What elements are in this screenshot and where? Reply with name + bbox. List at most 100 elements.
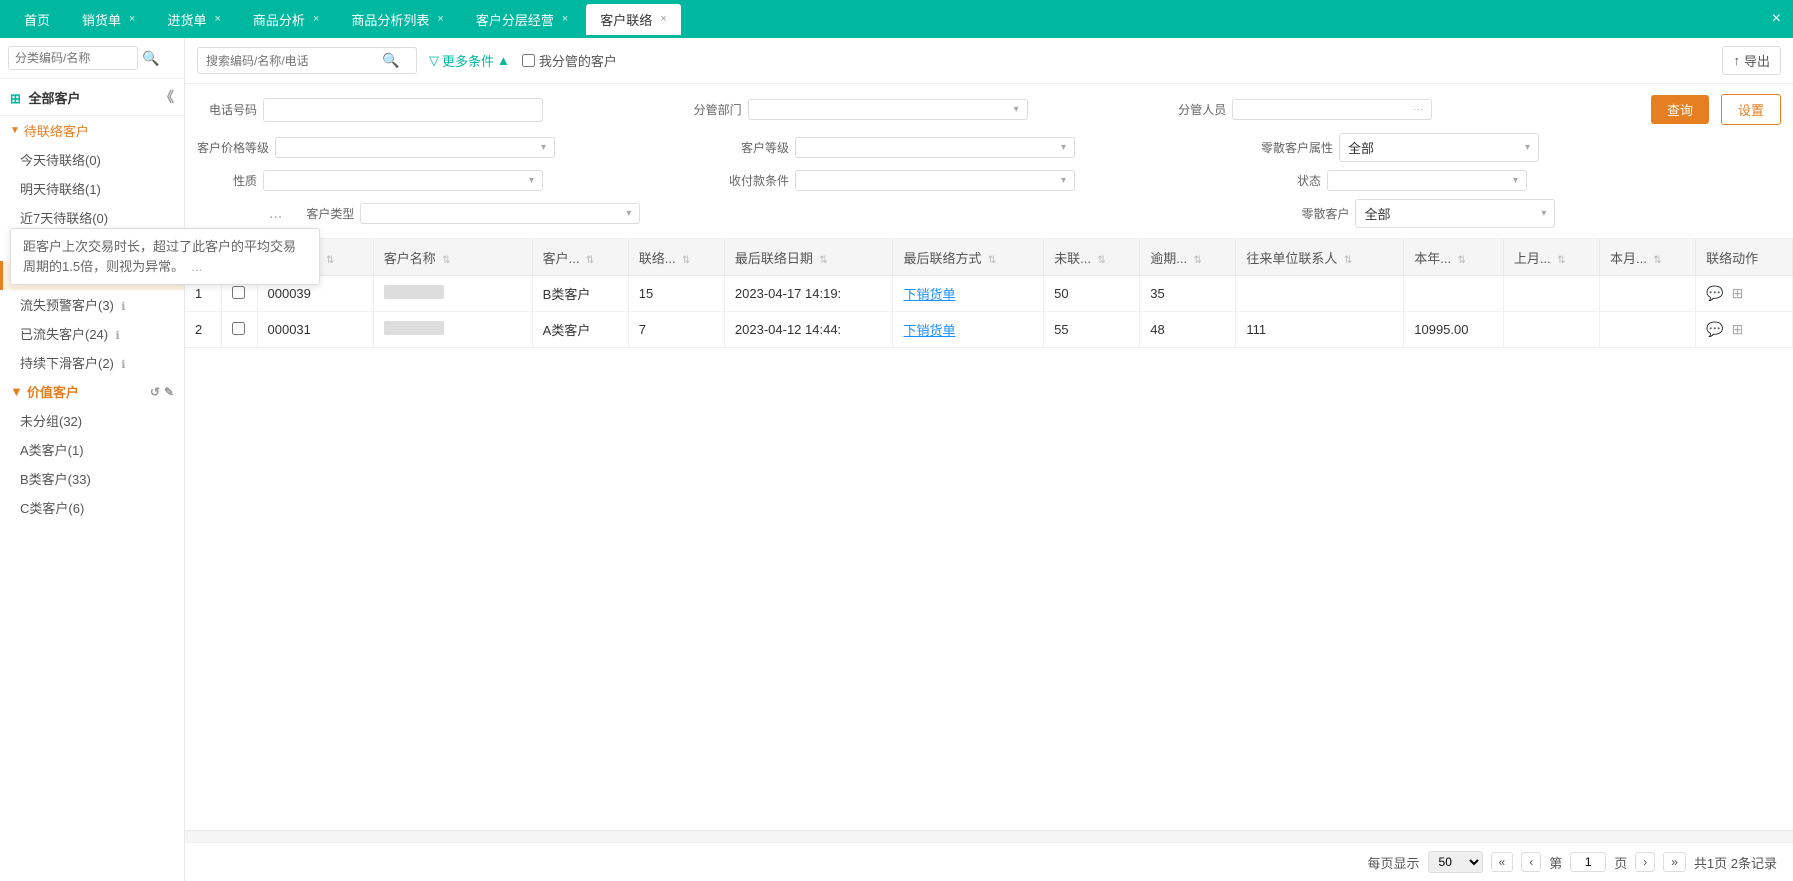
sort-code-icon[interactable]: ⇅ bbox=[326, 255, 334, 266]
td-checkbox-2 bbox=[221, 312, 257, 348]
sidebar-all-customers[interactable]: ⊞ 全部客户 《 bbox=[0, 79, 184, 116]
td-name-2 bbox=[373, 312, 532, 348]
close-tab-customer-tier[interactable]: × bbox=[562, 13, 568, 25]
td-current-year-1 bbox=[1404, 276, 1504, 312]
prev-page-button[interactable]: ‹ bbox=[1521, 852, 1541, 872]
search-input[interactable] bbox=[206, 54, 376, 68]
th-name-label: 客户名称 bbox=[384, 251, 436, 266]
manager-label: 分管人员 bbox=[1166, 101, 1226, 118]
refresh-icon[interactable]: ↺ bbox=[150, 385, 160, 399]
sort-not-contacted-icon[interactable]: ⇅ bbox=[1097, 255, 1105, 266]
sort-current-month-icon[interactable]: ⇅ bbox=[1653, 255, 1661, 266]
last-method-link-1[interactable]: 下销货单 bbox=[903, 287, 955, 302]
lost-warning-info-icon: ℹ bbox=[121, 301, 125, 313]
phone-input[interactable] bbox=[263, 98, 543, 122]
th-last-contact-method: 最后联络方式 ⇅ bbox=[893, 239, 1044, 276]
sidebar-item-a-class[interactable]: A类客户(1) bbox=[0, 435, 184, 464]
sidebar-group-value-customers[interactable]: ▼ 价值客户 ↺ ✎ bbox=[0, 377, 184, 406]
per-page-select[interactable]: 50 100 200 bbox=[1428, 851, 1483, 873]
close-tab-customer-contact[interactable]: × bbox=[660, 13, 666, 25]
customer-level-select[interactable]: ▾ bbox=[795, 137, 1075, 158]
sort-overdue-icon[interactable]: ⇅ bbox=[1193, 255, 1201, 266]
sidebar-item-today[interactable]: 今天待联络(0) bbox=[0, 145, 184, 174]
filter-row-2: 客户价格等级 ▾ 客户等级 ▾ 零散客户属性 全部 bbox=[197, 133, 1781, 162]
sidebar-item-tomorrow[interactable]: 明天待联络(1) bbox=[0, 174, 184, 203]
tab-sales-order[interactable]: 销货单 × bbox=[68, 4, 149, 35]
retail-customer-select[interactable]: 全部 ▾ bbox=[1355, 199, 1555, 228]
payment-select[interactable]: ▾ bbox=[795, 170, 1075, 191]
sidebar-item-continuous-down[interactable]: 持续下滑客户(2) ℹ bbox=[0, 348, 184, 377]
dept-select[interactable]: ▾ bbox=[748, 99, 1028, 120]
td-level-2: A类客户 bbox=[532, 312, 628, 348]
sidebar-search-icon[interactable]: 🔍 bbox=[142, 50, 159, 67]
sidebar-item-already-lost[interactable]: 已流失客户(24) ℹ bbox=[0, 319, 184, 348]
filter-icon: ▽ bbox=[429, 53, 439, 69]
next-page-button[interactable]: › bbox=[1635, 852, 1655, 872]
tab-product-analysis-list[interactable]: 商品分析列表 × bbox=[337, 4, 457, 35]
more-conditions-btn[interactable]: ▽ 更多条件 ▲ bbox=[429, 51, 510, 70]
th-current-month: 本月... ⇅ bbox=[1600, 239, 1696, 276]
first-page-button[interactable]: « bbox=[1491, 852, 1514, 872]
horizontal-scrollbar[interactable] bbox=[185, 830, 1793, 842]
sort-method-icon[interactable]: ⇅ bbox=[988, 255, 996, 266]
export-button[interactable]: ↑ 导出 bbox=[1722, 46, 1781, 75]
sidebar-item-not-grouped[interactable]: 未分组(32) bbox=[0, 406, 184, 435]
my-customers-checkbox[interactable] bbox=[522, 54, 535, 67]
sort-unit-icon[interactable]: ⇅ bbox=[1344, 255, 1352, 266]
th-contact-count: 联络... ⇅ bbox=[628, 239, 724, 276]
my-customers-checkbox-label[interactable]: 我分管的客户 bbox=[522, 51, 617, 70]
chat-icon-2[interactable]: 💬 bbox=[1706, 321, 1723, 338]
td-contact-count-1: 15 bbox=[628, 276, 724, 312]
link-icon-2[interactable]: ⊞ bbox=[1732, 321, 1744, 338]
query-button[interactable]: 查询 bbox=[1651, 95, 1709, 124]
set-button[interactable]: 设置 bbox=[1721, 94, 1781, 125]
tab-product-analysis[interactable]: 商品分析 × bbox=[239, 4, 333, 35]
last-page-button[interactable]: » bbox=[1663, 852, 1686, 872]
status-select[interactable]: ▾ bbox=[1327, 170, 1527, 191]
sort-date-icon[interactable]: ⇅ bbox=[819, 255, 827, 266]
page-number-input[interactable] bbox=[1570, 852, 1606, 872]
sort-level-icon[interactable]: ⇅ bbox=[586, 255, 594, 266]
sidebar-search-input[interactable] bbox=[8, 46, 138, 70]
close-tab-product-analysis[interactable]: × bbox=[313, 13, 319, 25]
chat-icon-1[interactable]: 💬 bbox=[1706, 285, 1723, 302]
total-records-label: 共1页 2条记录 bbox=[1694, 853, 1777, 872]
filter-search-icon[interactable]: 🔍 bbox=[382, 52, 399, 69]
customer-type-select[interactable]: ▾ bbox=[360, 203, 640, 224]
edit-value-icon[interactable]: ✎ bbox=[164, 385, 174, 399]
close-tab-product-analysis-list[interactable]: × bbox=[437, 13, 443, 25]
status-label: 状态 bbox=[1261, 172, 1321, 189]
filter-dots[interactable]: ... bbox=[269, 205, 282, 223]
last-method-link-2[interactable]: 下销货单 bbox=[903, 323, 955, 338]
tri-pending-icon: ▼ bbox=[10, 125, 20, 136]
sort-contact-icon[interactable]: ⇅ bbox=[682, 255, 690, 266]
sidebar-item-lost-warning[interactable]: 流失预警客户(3) ℹ bbox=[0, 290, 184, 319]
th-contact-count-label: 联络... bbox=[639, 251, 676, 266]
row-checkbox-1[interactable] bbox=[232, 286, 245, 299]
gender-select[interactable]: ▾ bbox=[263, 170, 543, 191]
sort-name-icon[interactable]: ⇅ bbox=[442, 255, 450, 266]
retail-attr-select[interactable]: 全部 ▾ bbox=[1339, 133, 1539, 162]
tab-purchase-order[interactable]: 进货单 × bbox=[153, 4, 234, 35]
close-tab-purchase-order[interactable]: × bbox=[214, 13, 220, 25]
row-checkbox-2[interactable] bbox=[232, 322, 245, 335]
close-all-tabs[interactable]: × bbox=[1772, 10, 1781, 28]
link-icon-1[interactable]: ⊞ bbox=[1732, 285, 1744, 302]
td-last-date-1: 2023-04-17 14:19: bbox=[724, 276, 893, 312]
tab-home[interactable]: 首页 bbox=[10, 4, 64, 35]
sidebar-group-pending[interactable]: ▼ 待联络客户 bbox=[0, 116, 184, 145]
sidebar-item-b-class[interactable]: B类客户(33) bbox=[0, 464, 184, 493]
tab-customer-contact[interactable]: 客户联络 × bbox=[586, 4, 680, 35]
manager-select[interactable]: ··· bbox=[1232, 99, 1432, 120]
td-overdue-2: 48 bbox=[1140, 312, 1236, 348]
price-level-label: 客户价格等级 bbox=[197, 139, 269, 156]
sort-last-month-icon[interactable]: ⇅ bbox=[1557, 255, 1565, 266]
sidebar-collapse-icon[interactable]: 《 bbox=[160, 87, 174, 107]
tab-customer-tier[interactable]: 客户分层经营 × bbox=[462, 4, 582, 35]
td-current-month-1 bbox=[1600, 276, 1696, 312]
sidebar-item-c-class[interactable]: C类客户(6) bbox=[0, 493, 184, 522]
close-tab-sales-order[interactable]: × bbox=[129, 13, 135, 25]
price-level-select[interactable]: ▾ bbox=[275, 137, 555, 158]
sort-year-icon[interactable]: ⇅ bbox=[1457, 255, 1465, 266]
td-last-month-2 bbox=[1503, 312, 1599, 348]
